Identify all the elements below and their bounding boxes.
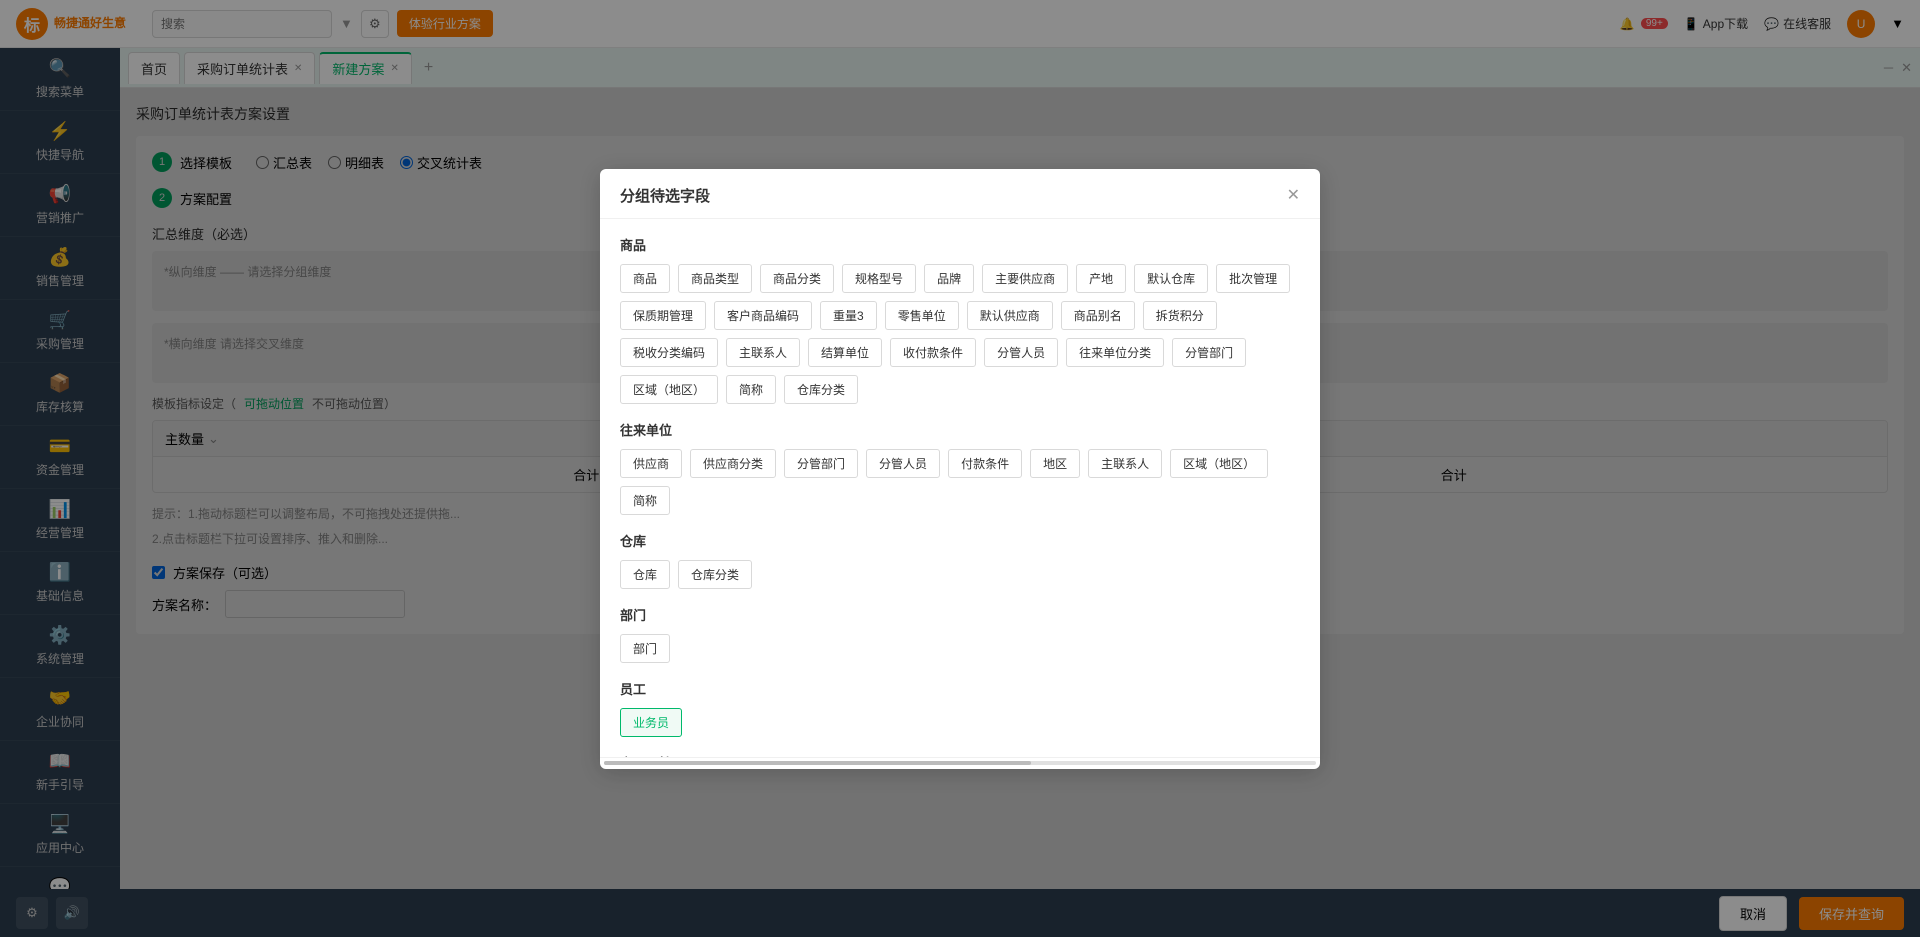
product-tags: 商品 商品类型 商品分类 规格型号 品牌 主要供应商 产地 默认仓库 批次管理 … (620, 264, 1300, 404)
tag-dept[interactable]: 部门 (620, 634, 670, 663)
warehouse-tags: 仓库 仓库分类 (620, 560, 1300, 589)
tag-origin[interactable]: 产地 (1076, 264, 1126, 293)
tag-short-partner[interactable]: 简称 (620, 486, 670, 515)
tag-region2-partner[interactable]: 区域（地区） (1170, 449, 1268, 478)
tag-wh-category[interactable]: 仓库分类 (678, 560, 752, 589)
modal-dialog: 分组待选字段 ✕ 商品 商品 商品类型 商品分类 规格型号 品牌 主要供应商 产… (600, 169, 1320, 769)
tag-weight[interactable]: 重量3 (820, 301, 877, 330)
employee-tags: 业务员 (620, 708, 1300, 737)
tag-retail-unit[interactable]: 零售单位 (885, 301, 959, 330)
tag-shelf-life[interactable]: 保质期管理 (620, 301, 706, 330)
tag-supplier-category[interactable]: 供应商分类 (690, 449, 776, 478)
tag-region-product[interactable]: 区域（地区） (620, 375, 718, 404)
section-employee: 员工 业务员 (620, 679, 1300, 737)
tag-batch-mgmt[interactable]: 批次管理 (1216, 264, 1290, 293)
modal-overlay: 分组待选字段 ✕ 商品 商品 商品类型 商品分类 规格型号 品牌 主要供应商 产… (0, 0, 1920, 937)
tag-split-score[interactable]: 拆货积分 (1143, 301, 1217, 330)
tag-short-name[interactable]: 简称 (726, 375, 776, 404)
modal-header: 分组待选字段 ✕ (600, 169, 1320, 219)
tag-salesperson[interactable]: 业务员 (620, 708, 682, 737)
tag-partner-category[interactable]: 往来单位分类 (1066, 338, 1164, 367)
tag-dept-partner[interactable]: 分管部门 (784, 449, 858, 478)
tag-main-contact[interactable]: 主联系人 (726, 338, 800, 367)
modal-body[interactable]: 商品 商品 商品类型 商品分类 规格型号 品牌 主要供应商 产地 默认仓库 批次… (600, 219, 1320, 757)
section-product-title: 商品 (620, 235, 1300, 254)
section-partner-title: 往来单位 (620, 420, 1300, 439)
tag-main-contact-partner[interactable]: 主联系人 (1088, 449, 1162, 478)
section-warehouse-title: 仓库 (620, 531, 1300, 550)
tag-payment-cond[interactable]: 付款条件 (948, 449, 1022, 478)
tag-supplier[interactable]: 供应商 (620, 449, 682, 478)
tag-product-type[interactable]: 商品类型 (678, 264, 752, 293)
modal-close-icon[interactable]: ✕ (1287, 185, 1300, 205)
tag-tax-code[interactable]: 税收分类编码 (620, 338, 718, 367)
modal-title: 分组待选字段 (620, 185, 710, 206)
tag-default-warehouse[interactable]: 默认仓库 (1134, 264, 1208, 293)
tag-product-category[interactable]: 商品分类 (760, 264, 834, 293)
tag-brand[interactable]: 品牌 (924, 264, 974, 293)
tag-region-partner[interactable]: 地区 (1030, 449, 1080, 478)
section-product: 商品 商品 商品类型 商品分类 规格型号 品牌 主要供应商 产地 默认仓库 批次… (620, 235, 1300, 404)
tag-dept-manage[interactable]: 分管部门 (1172, 338, 1246, 367)
tag-customer-code[interactable]: 客户商品编码 (714, 301, 812, 330)
section-dept-title: 部门 (620, 605, 1300, 624)
tag-person-partner[interactable]: 分管人员 (866, 449, 940, 478)
tag-alias[interactable]: 商品别名 (1061, 301, 1135, 330)
dept-tags: 部门 (620, 634, 1300, 663)
tag-payment-terms[interactable]: 收付款条件 (890, 338, 976, 367)
tag-supervisor[interactable]: 分管人员 (984, 338, 1058, 367)
section-dept: 部门 部门 (620, 605, 1300, 663)
tag-product[interactable]: 商品 (620, 264, 670, 293)
tag-default-supplier[interactable]: 默认供应商 (967, 301, 1053, 330)
tag-main-supplier[interactable]: 主要供应商 (982, 264, 1068, 293)
section-partner: 往来单位 供应商 供应商分类 分管部门 分管人员 付款条件 地区 主联系人 区域… (620, 420, 1300, 515)
section-warehouse: 仓库 仓库 仓库分类 (620, 531, 1300, 589)
tag-warehouse-category[interactable]: 仓库分类 (784, 375, 858, 404)
tag-settlement-unit[interactable]: 结算单位 (808, 338, 882, 367)
tag-spec-model[interactable]: 规格型号 (842, 264, 916, 293)
tag-warehouse[interactable]: 仓库 (620, 560, 670, 589)
partner-tags: 供应商 供应商分类 分管部门 分管人员 付款条件 地区 主联系人 区域（地区） … (620, 449, 1300, 515)
modal-scrollbar-h[interactable] (600, 757, 1320, 769)
section-employee-title: 员工 (620, 679, 1300, 698)
